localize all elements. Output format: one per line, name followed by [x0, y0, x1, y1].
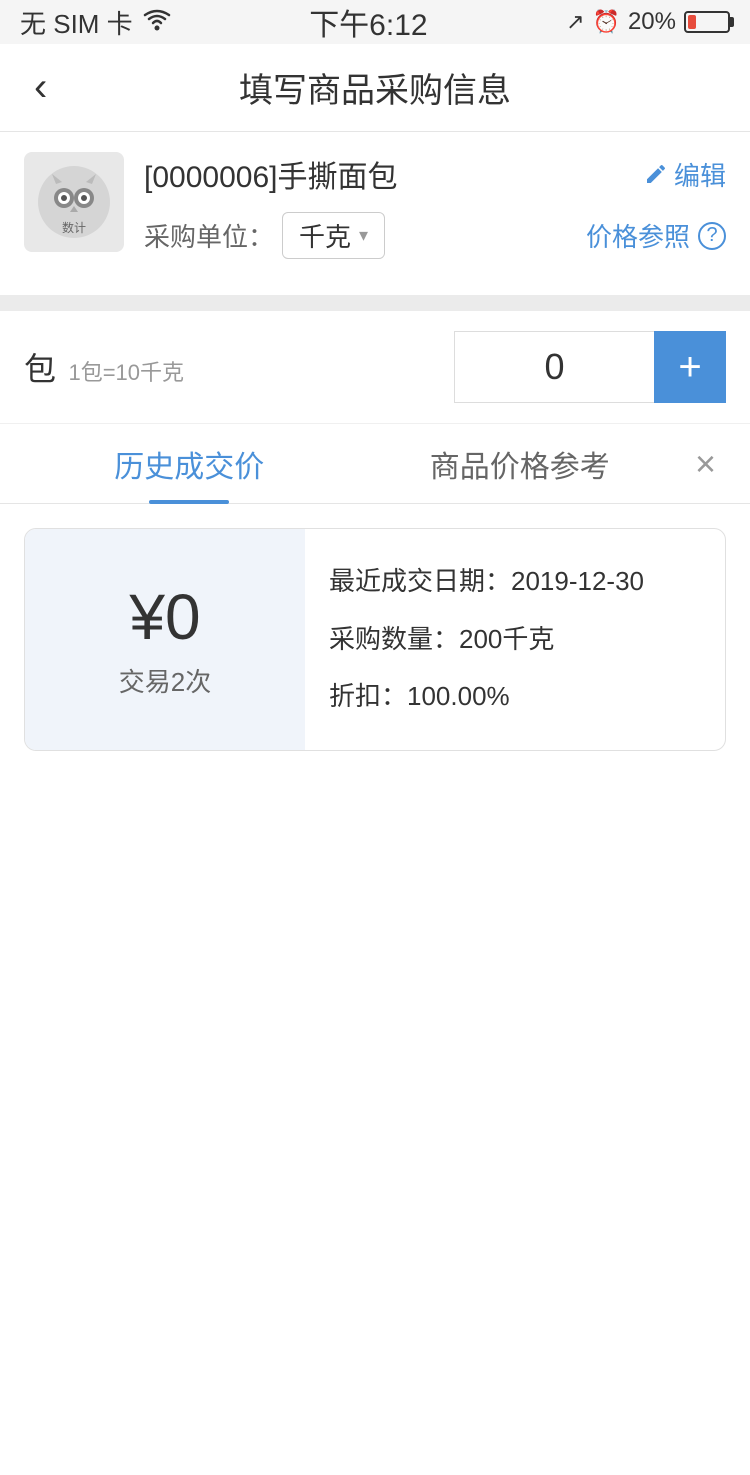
nav-bar: ‹ 填写商品采购信息: [0, 44, 750, 132]
edit-label: 编辑: [674, 156, 726, 193]
tab-history-price[interactable]: 历史成交价: [24, 424, 354, 504]
quantity-input[interactable]: [454, 331, 654, 403]
quantity-controls: +: [454, 331, 726, 403]
tab-content-history: ¥0 交易2次 最近成交日期：2019-12-30 采购数量：200千克 折扣：…: [0, 504, 750, 775]
tab2-label: 商品价格参考: [430, 442, 610, 486]
status-time: 下午6:12: [309, 0, 427, 44]
product-thumbnail: 数计: [24, 152, 124, 252]
edit-button[interactable]: 编辑: [644, 156, 726, 193]
carrier-text: 无 SIM 卡: [20, 4, 133, 41]
unit-label: 采购单位：: [144, 217, 274, 254]
price-ref-help-icon: ?: [698, 222, 726, 250]
product-name: [0000006]手撕面包: [144, 152, 397, 196]
gray-divider: [0, 295, 750, 311]
battery-icon: [684, 11, 730, 33]
edit-icon: [644, 162, 668, 186]
status-left: 无 SIM 卡: [20, 4, 171, 41]
quantity-row: 包 1包=10千克 +: [0, 311, 750, 424]
status-right: ↗ ⏰ 20%: [566, 8, 730, 36]
purchase-qty-value: 200千克: [459, 624, 554, 654]
discount-row: 折扣：100.00%: [329, 676, 701, 718]
purchase-qty-label: 采购数量：: [329, 624, 459, 654]
price-ref-button[interactable]: 价格参照 ?: [586, 217, 726, 254]
unit-value: 千克: [299, 217, 351, 254]
status-bar: 无 SIM 卡 下午6:12 ↗ ⏰ 20%: [0, 0, 750, 44]
tabs-close-button[interactable]: ×: [685, 433, 726, 495]
product-header: 数计 [0000006]手撕面包 编辑 采购单位： 千克 ▾: [24, 152, 726, 259]
location-icon: ↗: [566, 9, 584, 35]
quantity-unit: 包: [24, 351, 56, 387]
tab-product-price-ref[interactable]: 商品价格参考: [354, 424, 684, 504]
quantity-sub: 1包=10千克: [68, 360, 184, 385]
price-ref-label: 价格参照: [586, 217, 690, 254]
quantity-label-area: 包 1包=10千克: [24, 344, 184, 390]
transaction-count: 交易2次: [119, 662, 211, 699]
price-card: ¥0 交易2次 最近成交日期：2019-12-30 采购数量：200千克 折扣：…: [24, 528, 726, 751]
price-card-right: 最近成交日期：2019-12-30 采购数量：200千克 折扣：100.00%: [305, 529, 725, 750]
price-value: 0: [165, 581, 201, 653]
alarm-icon: ⏰: [593, 9, 620, 35]
product-name-row: [0000006]手撕面包 编辑: [144, 152, 726, 196]
purchase-qty-row: 采购数量：200千克: [329, 619, 701, 661]
back-button[interactable]: ‹: [24, 55, 57, 120]
recent-date-row: 最近成交日期：2019-12-30: [329, 561, 701, 603]
svg-text:数计: 数计: [62, 220, 86, 235]
tab1-label: 历史成交价: [114, 442, 264, 486]
wifi-icon: [143, 7, 171, 38]
recent-date-value: 2019-12-30: [511, 566, 644, 596]
product-unit-row: 采购单位： 千克 ▾ 价格参照 ?: [144, 212, 726, 259]
price-amount: ¥0: [129, 580, 200, 654]
page-title: 填写商品采购信息: [239, 63, 511, 112]
product-image: 数计: [34, 162, 114, 242]
product-info: [0000006]手撕面包 编辑 采购单位： 千克 ▾ 价格: [144, 152, 726, 259]
price-card-left: ¥0 交易2次: [25, 529, 305, 750]
currency-symbol: ¥: [129, 581, 165, 653]
battery-percent: 20%: [628, 8, 676, 36]
main-content: [0, 775, 750, 1475]
tabs-header: 历史成交价 商品价格参考 ×: [0, 424, 750, 504]
tabs-section: 历史成交价 商品价格参考 × ¥0 交易2次 最近成交日期：2019-12-30…: [0, 424, 750, 775]
recent-date-label: 最近成交日期：: [329, 566, 511, 596]
quantity-plus-button[interactable]: +: [654, 331, 726, 403]
discount-label: 折扣：: [329, 681, 407, 711]
discount-value: 100.00%: [407, 681, 510, 711]
dropdown-icon: ▾: [359, 225, 368, 246]
product-section: 数计 [0000006]手撕面包 编辑 采购单位： 千克 ▾: [0, 132, 750, 295]
unit-select[interactable]: 千克 ▾: [282, 212, 385, 259]
